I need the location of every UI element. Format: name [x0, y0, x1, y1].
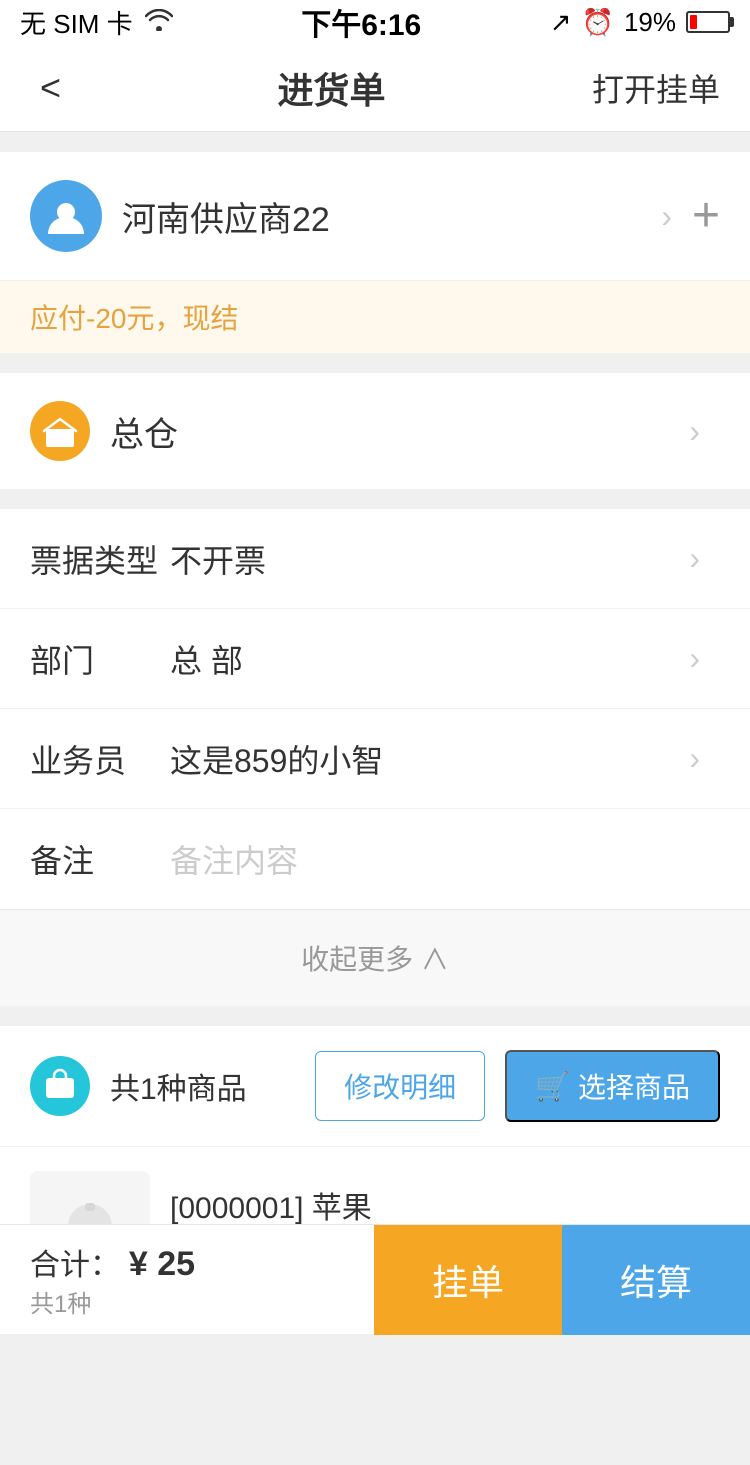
products-header: 共1种商品 修改明细 🛒 选择商品: [0, 1026, 750, 1146]
bottom-bar: 合计： ¥ 25 共1种 挂单 结算: [0, 1224, 750, 1334]
section-gap-4: [0, 1006, 750, 1026]
supplier-card: 河南供应商22 › + 应付-20元，现结: [0, 152, 750, 353]
remark-row[interactable]: 备注 备注内容: [0, 809, 750, 909]
status-bar: 无 SIM 卡 下午6:16 ↗ ⏰ 19%: [0, 0, 750, 44]
invoice-value: 不开票: [170, 536, 689, 582]
section-gap-3: [0, 489, 750, 509]
remark-input[interactable]: 备注内容: [170, 836, 720, 882]
nav-bar: < 进货单 打开挂单: [0, 44, 750, 132]
dept-row[interactable]: 部门 总 部 ›: [0, 609, 750, 709]
warehouse-row[interactable]: 总仓 ›: [0, 373, 750, 489]
form-section: 票据类型 不开票 › 部门 总 部 › 业务员 这是859的小智 › 备注 备注…: [0, 509, 750, 909]
warehouse-icon: [30, 401, 90, 461]
section-gap-1: [0, 132, 750, 152]
sales-chevron-icon: ›: [689, 740, 700, 777]
section-gap-2: [0, 353, 750, 373]
total-label: 合计：: [30, 1249, 120, 1282]
total-amount: ¥ 25: [129, 1245, 195, 1283]
supplier-avatar: [30, 180, 102, 252]
dept-chevron-icon: ›: [689, 640, 700, 677]
carrier-text: 无 SIM 卡: [20, 4, 133, 41]
page-title: 进货单: [278, 62, 386, 114]
status-right: ↗ ⏰ 19%: [550, 7, 730, 38]
total-section: 合计： ¥ 25 共1种: [0, 1240, 374, 1319]
checkout-button[interactable]: 结算: [562, 1225, 750, 1335]
battery-icon: [686, 11, 730, 33]
invoice-row[interactable]: 票据类型 不开票 ›: [0, 509, 750, 609]
wifi-icon: [145, 7, 173, 38]
sales-label: 业务员: [30, 736, 170, 782]
collapse-more-button[interactable]: 收起更多 ∧: [0, 909, 750, 1006]
supplier-chevron-icon: ›: [661, 198, 672, 235]
edit-detail-button[interactable]: 修改明细: [315, 1051, 485, 1121]
cart-icon: 🛒: [535, 1070, 570, 1103]
sales-row[interactable]: 业务员 这是859的小智 ›: [0, 709, 750, 809]
dept-value: 总 部: [170, 636, 689, 682]
invoice-label: 票据类型: [30, 536, 170, 582]
status-time: 下午6:16: [301, 0, 421, 44]
invoice-chevron-icon: ›: [689, 540, 700, 577]
select-product-label: 选择商品: [578, 1066, 690, 1106]
alarm-icon: ⏰: [582, 7, 614, 38]
warehouse-name: 总仓: [110, 407, 689, 456]
back-button[interactable]: <: [30, 57, 71, 119]
warehouse-card[interactable]: 总仓 ›: [0, 373, 750, 489]
supplier-row: 河南供应商22 › +: [0, 152, 750, 281]
warehouse-chevron-icon: ›: [689, 413, 700, 450]
product-name: [0000001] 苹果: [170, 1183, 648, 1227]
battery-text: 19%: [624, 7, 676, 38]
total-row: 合计： ¥ 25: [30, 1240, 344, 1284]
remark-label: 备注: [30, 836, 170, 882]
select-product-button[interactable]: 🛒 选择商品: [505, 1050, 720, 1122]
total-count: 共1种: [30, 1284, 344, 1319]
sales-value: 这是859的小智: [170, 736, 689, 782]
product-code: [0000001] 苹果: [170, 1192, 372, 1225]
hang-button[interactable]: 挂单: [374, 1225, 562, 1335]
supplier-alert: 应付-20元，现结: [0, 281, 750, 353]
location-icon: ↗: [550, 7, 572, 38]
open-hang-button[interactable]: 打开挂单: [592, 65, 720, 111]
status-left: 无 SIM 卡: [20, 4, 173, 41]
products-count: 共1种商品: [110, 1064, 295, 1108]
supplier-name: 河南供应商22: [122, 192, 661, 241]
add-supplier-button[interactable]: +: [692, 192, 720, 240]
products-icon: [30, 1056, 90, 1116]
dept-label: 部门: [30, 636, 170, 682]
